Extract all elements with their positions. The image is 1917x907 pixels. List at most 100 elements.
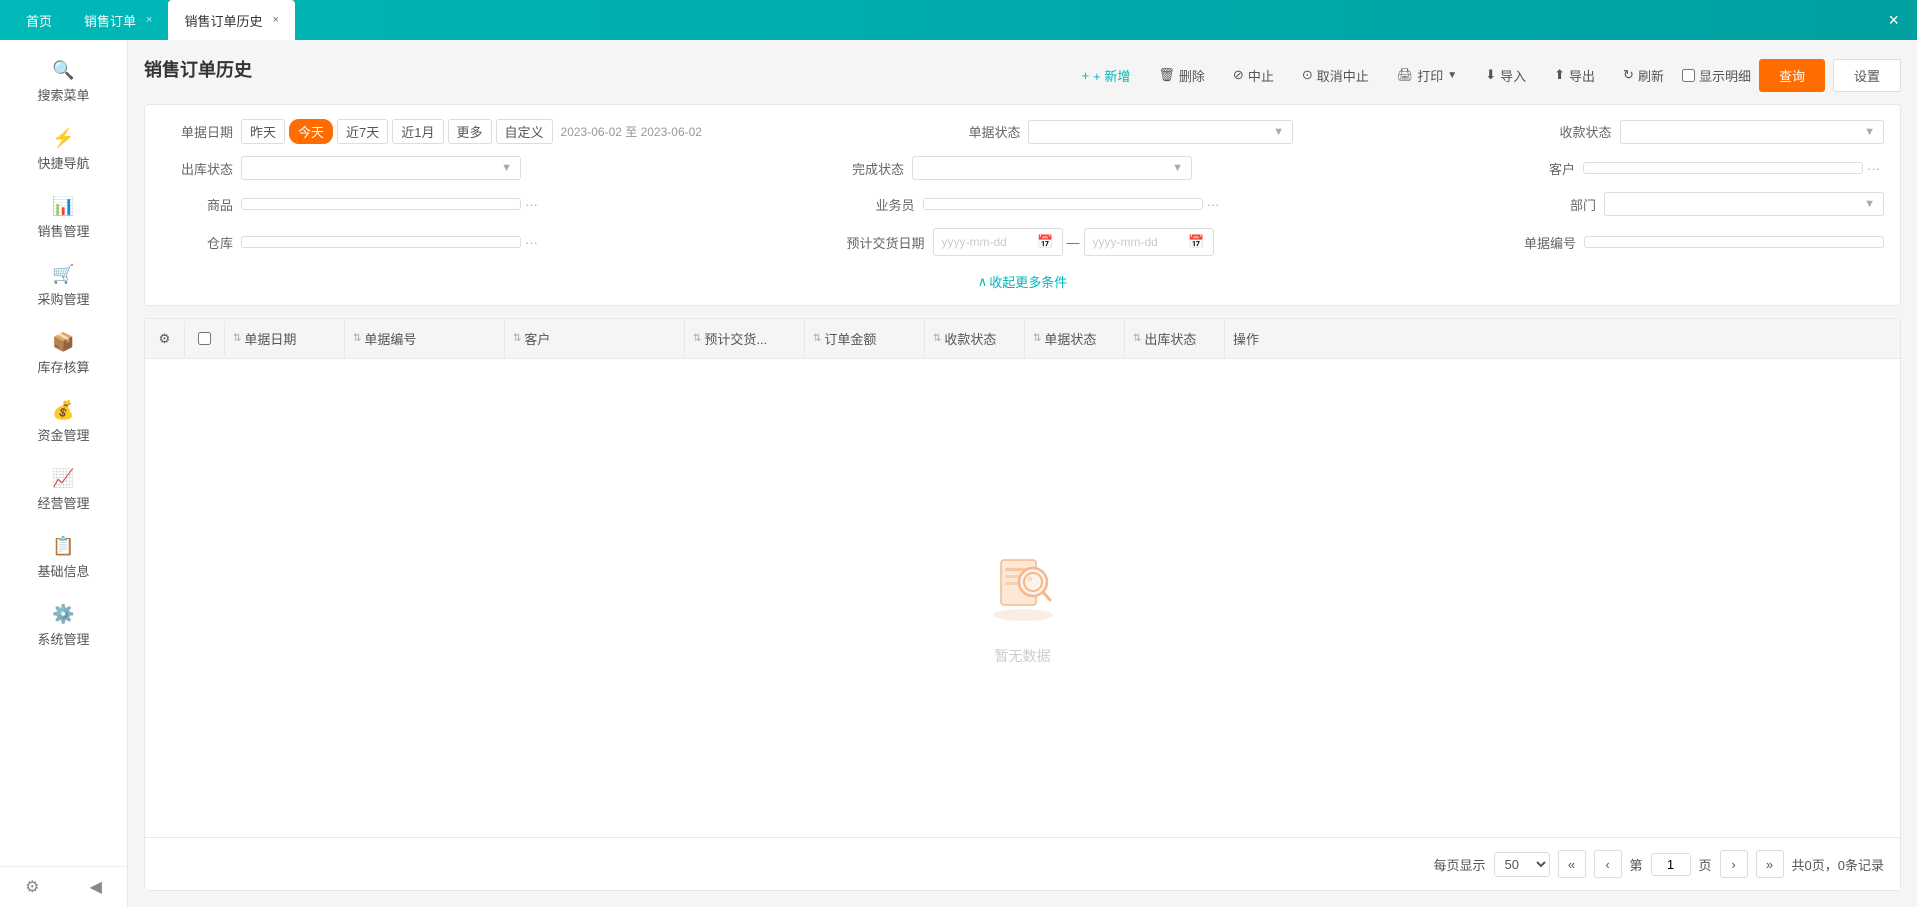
date-btn-1month[interactable]: 近1月: [392, 119, 443, 144]
tab-home[interactable]: 首页: [10, 0, 68, 40]
sidebar-item-purchase-mgmt[interactable]: 🛒 采购管理: [0, 252, 127, 320]
product-dots[interactable]: ···: [521, 197, 542, 212]
th-delivery-label: 预计交货...: [704, 329, 767, 348]
show-details-label: 显示明细: [1699, 66, 1751, 85]
date-btn-7days[interactable]: 近7天: [337, 119, 388, 144]
date-btn-today[interactable]: 今天: [289, 119, 333, 144]
delete-button[interactable]: 🗑 删除: [1148, 61, 1215, 90]
th-number: ⇅ 单据编号: [345, 319, 505, 358]
complete-status-select[interactable]: ▼: [912, 156, 1192, 180]
payment-status-label: 收款状态: [1540, 122, 1620, 141]
tab-sales-order[interactable]: 销售订单 ×: [68, 0, 168, 40]
new-icon: +: [1082, 68, 1090, 83]
salesperson-input[interactable]: [923, 198, 1203, 210]
tab-sales-order-history[interactable]: 销售订单历史 ×: [168, 0, 294, 40]
out-status-select[interactable]: ▼: [241, 156, 521, 180]
stop-label: 中止: [1248, 66, 1274, 85]
date-btn-custom[interactable]: 自定义: [496, 119, 553, 144]
show-details-checkbox[interactable]: [1682, 69, 1695, 82]
prev-page-button[interactable]: ‹: [1594, 850, 1622, 878]
sort-icon-payment: ⇅: [933, 333, 941, 344]
page-number-input[interactable]: [1651, 853, 1691, 876]
delivery-date-from-placeholder: yyyy-mm-dd: [942, 235, 1007, 249]
next-page-icon: ›: [1731, 857, 1735, 872]
th-status-label: 单据状态: [1044, 329, 1096, 348]
date-btn-more[interactable]: 更多: [448, 119, 492, 144]
sort-icon-status: ⇅: [1033, 333, 1041, 344]
customer-label: 客户: [1503, 159, 1583, 178]
sidebar-item-finance-label: 资金管理: [37, 425, 89, 444]
sidebar-item-search-menu[interactable]: 🔍 搜索菜单: [0, 48, 127, 116]
prev-page-icon: ‹: [1605, 857, 1609, 872]
sort-icon-amount: ⇅: [813, 333, 821, 344]
page-title: 销售订单历史: [144, 56, 252, 82]
print-button[interactable]: 🖨 打印 ▼: [1387, 61, 1467, 90]
date-btns: 昨天 今天 近7天 近1月 更多 自定义: [241, 119, 553, 144]
sort-icon-date: ⇅: [233, 333, 241, 344]
sidebar-item-sales-mgmt[interactable]: 📊 销售管理: [0, 184, 127, 252]
product-input[interactable]: [241, 198, 521, 210]
sidebar-item-base-info-label: 基础信息: [37, 561, 89, 580]
salesperson-label: 业务员: [843, 195, 923, 214]
customer-input[interactable]: [1583, 162, 1863, 174]
cancel-stop-button[interactable]: ⊙ 取消中止: [1292, 61, 1379, 90]
department-select[interactable]: ▼: [1604, 192, 1884, 216]
sidebar-settings-btn[interactable]: ⚙: [25, 877, 39, 897]
cancel-stop-icon: ⊙: [1302, 67, 1313, 83]
th-checkbox[interactable]: [185, 322, 225, 355]
sidebar-item-base-info[interactable]: 📋 基础信息: [0, 524, 127, 592]
sidebar-item-operations[interactable]: 📈 经营管理: [0, 456, 127, 524]
tab-sales-order-history-close[interactable]: ×: [272, 14, 278, 26]
sidebar-item-inventory[interactable]: 📦 库存核算: [0, 320, 127, 388]
window-close-icon[interactable]: ×: [1880, 10, 1907, 31]
order-number-input[interactable]: [1584, 236, 1884, 248]
sidebar-item-sys-mgmt[interactable]: ⚙️ 系统管理: [0, 592, 127, 660]
sidebar-collapse-btn[interactable]: ◀: [90, 877, 102, 897]
delivery-date-to[interactable]: yyyy-mm-dd 📅: [1084, 228, 1214, 256]
first-page-button[interactable]: «: [1558, 850, 1586, 878]
delivery-date-from[interactable]: yyyy-mm-dd 📅: [933, 228, 1063, 256]
select-all-checkbox[interactable]: [198, 332, 211, 345]
th-number-label: 单据编号: [364, 329, 416, 348]
top-bar-right: ×: [1880, 10, 1907, 31]
sidebar-item-quick-nav[interactable]: ⚡ 快捷导航: [0, 116, 127, 184]
table-area: ⚙ ⇅ 单据日期 ⇅ 单据编号 ⇅ 客户 ⇅: [144, 318, 1901, 891]
export-button[interactable]: ⬆ 导出: [1544, 61, 1605, 90]
th-settings[interactable]: ⚙: [145, 321, 185, 357]
customer-dots[interactable]: ···: [1863, 161, 1884, 176]
sidebar-item-purchase-mgmt-label: 采购管理: [37, 289, 89, 308]
complete-status-chevron-icon: ▼: [1172, 162, 1183, 174]
warehouse-label: 仓库: [161, 233, 241, 252]
sidebar-item-search-menu-label: 搜索菜单: [37, 85, 89, 104]
refresh-icon: ↻: [1623, 67, 1634, 83]
page-label-suffix: 页: [1699, 855, 1712, 874]
page-size-select[interactable]: 50 20 100: [1494, 852, 1550, 877]
tab-sales-order-close[interactable]: ×: [146, 14, 152, 26]
refresh-label: 刷新: [1638, 66, 1664, 85]
salesperson-dots[interactable]: ···: [1203, 197, 1224, 212]
refresh-button[interactable]: ↻ 刷新: [1613, 61, 1674, 90]
import-button[interactable]: ⬇ 导入: [1475, 61, 1536, 90]
search-menu-icon: 🔍: [52, 60, 74, 81]
next-page-button[interactable]: ›: [1720, 850, 1748, 878]
sort-icon-number: ⇅: [353, 333, 361, 344]
warehouse-dots[interactable]: ···: [521, 235, 542, 250]
collapse-button[interactable]: ∧ 收起更多条件: [978, 272, 1068, 291]
base-info-icon: 📋: [52, 536, 74, 557]
sidebar-item-finance[interactable]: 💰 资金管理: [0, 388, 127, 456]
date-btn-yesterday[interactable]: 昨天: [241, 119, 285, 144]
product-label: 商品: [161, 195, 241, 214]
sort-icon-delivery: ⇅: [693, 333, 701, 344]
payment-status-select[interactable]: ▼: [1620, 120, 1885, 144]
show-details-checkbox-label[interactable]: 显示明细: [1682, 66, 1751, 85]
settings-button[interactable]: 设置: [1833, 59, 1901, 92]
th-out-label: 出库状态: [1144, 329, 1196, 348]
stop-button[interactable]: ⊘ 中止: [1223, 61, 1284, 90]
last-page-button[interactable]: »: [1756, 850, 1784, 878]
query-button[interactable]: 查询: [1759, 59, 1825, 92]
th-operation-label: 操作: [1233, 329, 1259, 348]
status-select[interactable]: ▼: [1028, 120, 1293, 144]
warehouse-input[interactable]: [241, 236, 521, 248]
th-date: ⇅ 单据日期: [225, 319, 345, 358]
new-button[interactable]: + + 新增: [1072, 61, 1141, 90]
